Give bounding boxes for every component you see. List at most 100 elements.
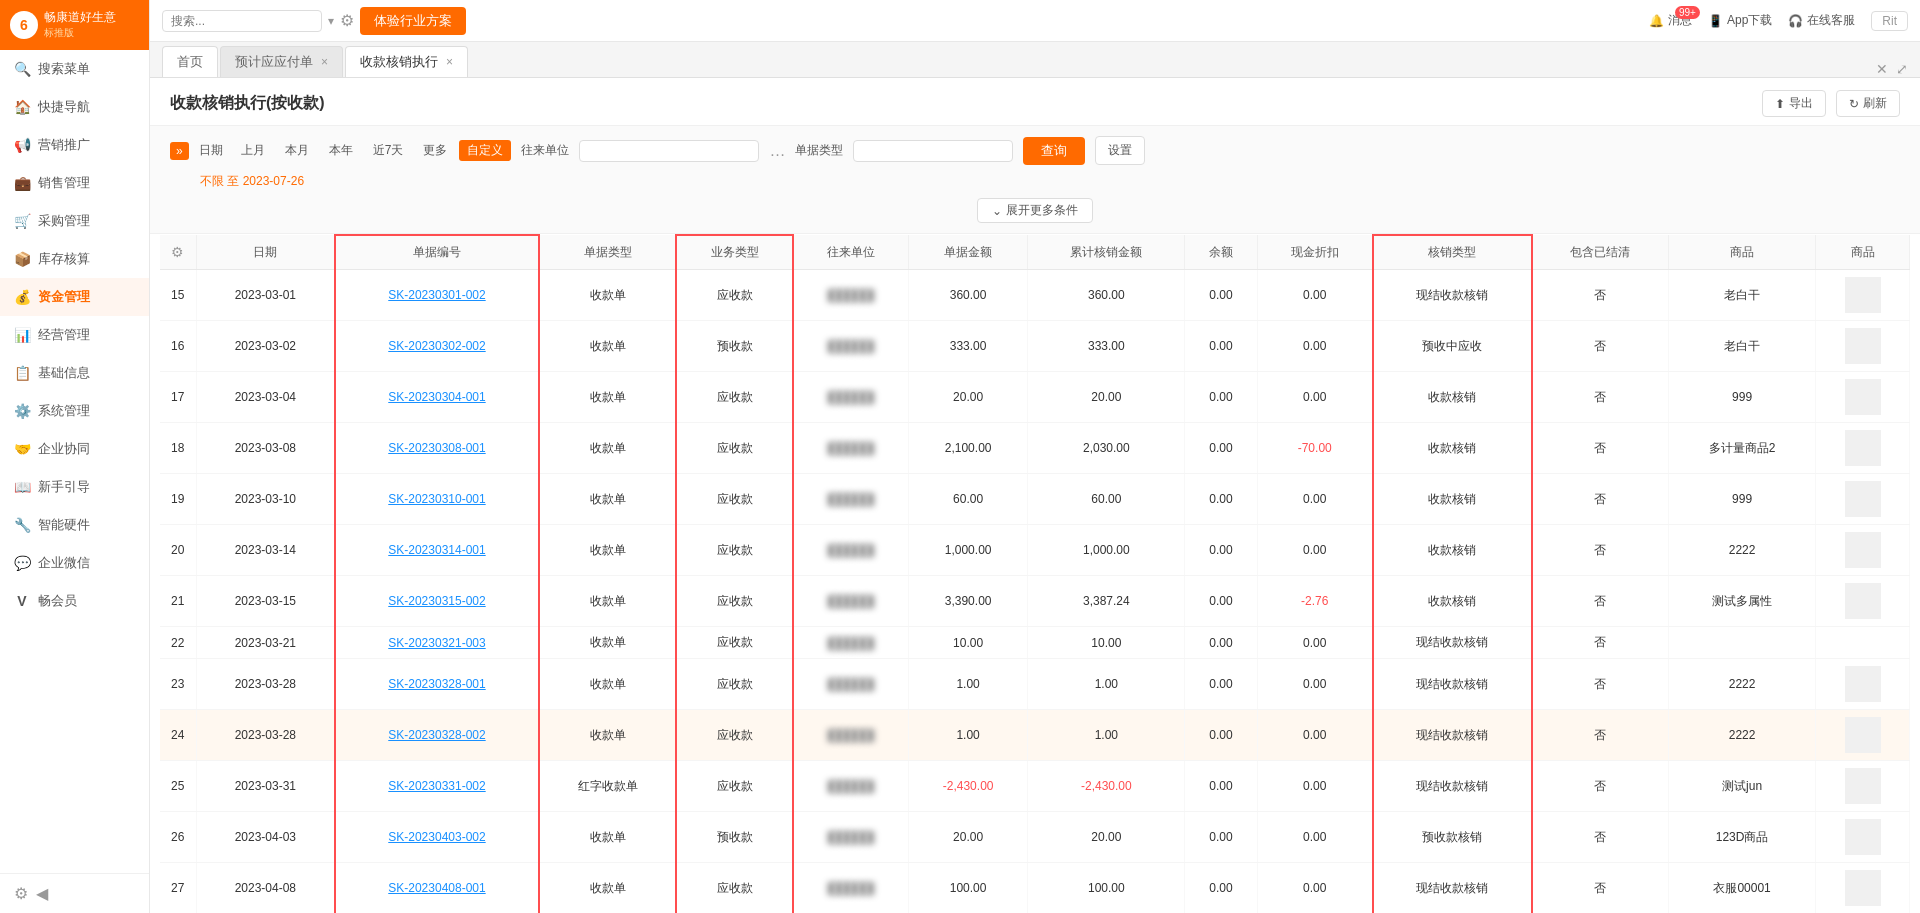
cell-product2 xyxy=(1816,423,1910,474)
cell-discount: 0.00 xyxy=(1257,372,1373,423)
sidebar-item-hardware[interactable]: 🔧 智能硬件 xyxy=(0,506,149,544)
table-row: 24 2023-03-28 SK-20230328-002 收款单 应收款 ██… xyxy=(160,710,1910,761)
this-year-btn[interactable]: 本年 xyxy=(321,140,361,161)
tab-verify-close-icon[interactable]: × xyxy=(446,55,453,69)
expand-more-conditions-btn[interactable]: ⌄ 展开更多条件 xyxy=(977,198,1093,223)
sidebar-item-search[interactable]: 🔍 搜索菜单 xyxy=(0,50,149,88)
cell-included: 否 xyxy=(1532,710,1669,761)
tabs-bar: 首页 预计应应付单 × 收款核销执行 × ✕ ⤢ xyxy=(150,42,1920,78)
cell-product2 xyxy=(1816,863,1910,914)
doc-type-label: 单据类型 xyxy=(795,142,843,159)
doc-type-select[interactable] xyxy=(853,140,1013,162)
refresh-button[interactable]: ↻ 刷新 xyxy=(1836,90,1900,117)
page-title: 收款核销执行(按收款) xyxy=(170,93,325,114)
sidebar-item-inventory[interactable]: 📦 库存核算 xyxy=(0,240,149,278)
cell-doc-type: 收款单 xyxy=(539,270,677,321)
tab-home[interactable]: 首页 xyxy=(162,46,218,77)
cell-doc-type: 收款单 xyxy=(539,372,677,423)
user-info[interactable]: Rit xyxy=(1871,11,1908,31)
chart-icon: 📊 xyxy=(14,327,30,343)
cell-balance: 0.00 xyxy=(1185,321,1257,372)
cell-num: 19 xyxy=(160,474,196,525)
sidebar-item-sales[interactable]: 💼 销售管理 xyxy=(0,164,149,202)
solution-button[interactable]: 体验行业方案 xyxy=(360,7,466,35)
filter-collapse-icon[interactable]: » xyxy=(170,142,189,160)
partner-input[interactable] xyxy=(579,140,759,162)
cell-doc-type: 收款单 xyxy=(539,525,677,576)
bell-icon: 🔔 xyxy=(1649,14,1664,28)
cell-partner: ██████ xyxy=(793,423,909,474)
sidebar-item-label: 智能硬件 xyxy=(38,516,90,534)
cell-balance: 0.00 xyxy=(1185,812,1257,863)
tab-verify[interactable]: 收款核销执行 × xyxy=(345,46,468,77)
app-download-link[interactable]: 📱 App下载 xyxy=(1708,12,1772,29)
member-icon: V xyxy=(14,593,30,609)
cell-num: 21 xyxy=(160,576,196,627)
more-date-btn[interactable]: 更多 xyxy=(415,140,455,161)
cell-num: 22 xyxy=(160,627,196,659)
sidebar-item-guide[interactable]: 📖 新手引导 xyxy=(0,468,149,506)
cell-verified: 1,000.00 xyxy=(1028,525,1185,576)
topbar: ▾ ⚙ 体验行业方案 🔔 消息 99+ 📱 App下载 🎧 在线客服 Rit xyxy=(150,0,1920,42)
last-7-days-btn[interactable]: 近7天 xyxy=(365,140,412,161)
cell-amount: 60.00 xyxy=(908,474,1027,525)
settings-bottom-icon[interactable]: ⚙ xyxy=(14,884,28,903)
sales-icon: 💼 xyxy=(14,175,30,191)
cell-verified: 20.00 xyxy=(1028,372,1185,423)
last-month-btn[interactable]: 上月 xyxy=(233,140,273,161)
sidebar-item-wechat[interactable]: 💬 企业微信 xyxy=(0,544,149,582)
filter-more-icon[interactable]: … xyxy=(769,142,785,160)
cell-product1: 2222 xyxy=(1668,659,1816,710)
sidebar-item-finance[interactable]: 💰 资金管理 xyxy=(0,278,149,316)
cell-verified: 10.00 xyxy=(1028,627,1185,659)
collapse-icon[interactable]: ◀ xyxy=(36,884,48,903)
tab-prepay[interactable]: 预计应应付单 × xyxy=(220,46,343,77)
app-version: 标推版 xyxy=(44,26,116,40)
export-icon: ⬆ xyxy=(1775,97,1785,111)
cell-verified: -2,430.00 xyxy=(1028,761,1185,812)
page-header: 收款核销执行(按收款) ⬆ 导出 ↻ 刷新 xyxy=(150,78,1920,126)
col-header-product2: 商品 xyxy=(1816,235,1910,270)
col-header-verify-type: 核销类型 xyxy=(1373,235,1532,270)
col-header-partner: 往来单位 xyxy=(793,235,909,270)
cell-included: 否 xyxy=(1532,321,1669,372)
sidebar-item-basic-info[interactable]: 📋 基础信息 xyxy=(0,354,149,392)
custom-date-btn[interactable]: 自定义 xyxy=(459,140,511,161)
sidebar-item-member[interactable]: V 畅会员 xyxy=(0,582,149,620)
col-header-biz-type: 业务类型 xyxy=(676,235,792,270)
chevron-down-icon[interactable]: ▾ xyxy=(328,14,334,28)
cell-date: 2023-03-15 xyxy=(196,576,335,627)
online-service-link[interactable]: 🎧 在线客服 xyxy=(1788,12,1855,29)
tab-close-all-icon[interactable]: ✕ xyxy=(1876,61,1888,77)
sidebar-item-enterprise[interactable]: 🤝 企业协同 xyxy=(0,430,149,468)
sidebar-item-marketing[interactable]: 📢 营销推广 xyxy=(0,126,149,164)
cell-verified: 1.00 xyxy=(1028,659,1185,710)
tab-prepay-close-icon[interactable]: × xyxy=(321,55,328,69)
table-container[interactable]: ⚙ 日期 单据编号 单据类型 业务类型 往来单位 单据金额 累计核销金额 余额 … xyxy=(150,234,1920,913)
setting-button[interactable]: 设置 xyxy=(1095,136,1145,165)
this-month-btn[interactable]: 本月 xyxy=(277,140,317,161)
col-header-settings[interactable]: ⚙ xyxy=(160,235,196,270)
cell-verify-type: 现结收款核销 xyxy=(1373,659,1532,710)
table-row: 27 2023-04-08 SK-20230408-001 收款单 应收款 ██… xyxy=(160,863,1910,914)
cell-product2 xyxy=(1816,627,1910,659)
sidebar-item-quicknav[interactable]: 🏠 快捷导航 xyxy=(0,88,149,126)
cell-partner: ██████ xyxy=(793,270,909,321)
search-input[interactable] xyxy=(162,10,322,32)
table-row: 22 2023-03-21 SK-20230321-003 收款单 应收款 ██… xyxy=(160,627,1910,659)
sidebar-item-system[interactable]: ⚙️ 系统管理 xyxy=(0,392,149,430)
topbar-gear-icon[interactable]: ⚙ xyxy=(340,11,354,30)
table-settings-icon[interactable]: ⚙ xyxy=(171,244,184,260)
date-range-display: 不限 至 2023-07-26 xyxy=(200,173,304,190)
sidebar-item-purchase[interactable]: 🛒 采购管理 xyxy=(0,202,149,240)
sidebar-bottom: ⚙ ◀ xyxy=(0,873,149,913)
cell-date: 2023-03-08 xyxy=(196,423,335,474)
cell-doc-no: SK-20230310-001 xyxy=(335,474,539,525)
sidebar: 6 畅康道好生意 标推版 🔍 搜索菜单 🏠 快捷导航 📢 营销推广 💼 销售管理… xyxy=(0,0,150,913)
export-button[interactable]: ⬆ 导出 xyxy=(1762,90,1826,117)
cell-biz-type: 应收款 xyxy=(676,576,792,627)
tab-expand-icon[interactable]: ⤢ xyxy=(1896,61,1908,77)
query-button[interactable]: 查询 xyxy=(1023,137,1085,165)
sidebar-item-operations[interactable]: 📊 经营管理 xyxy=(0,316,149,354)
messages-badge[interactable]: 🔔 消息 99+ xyxy=(1649,12,1692,29)
